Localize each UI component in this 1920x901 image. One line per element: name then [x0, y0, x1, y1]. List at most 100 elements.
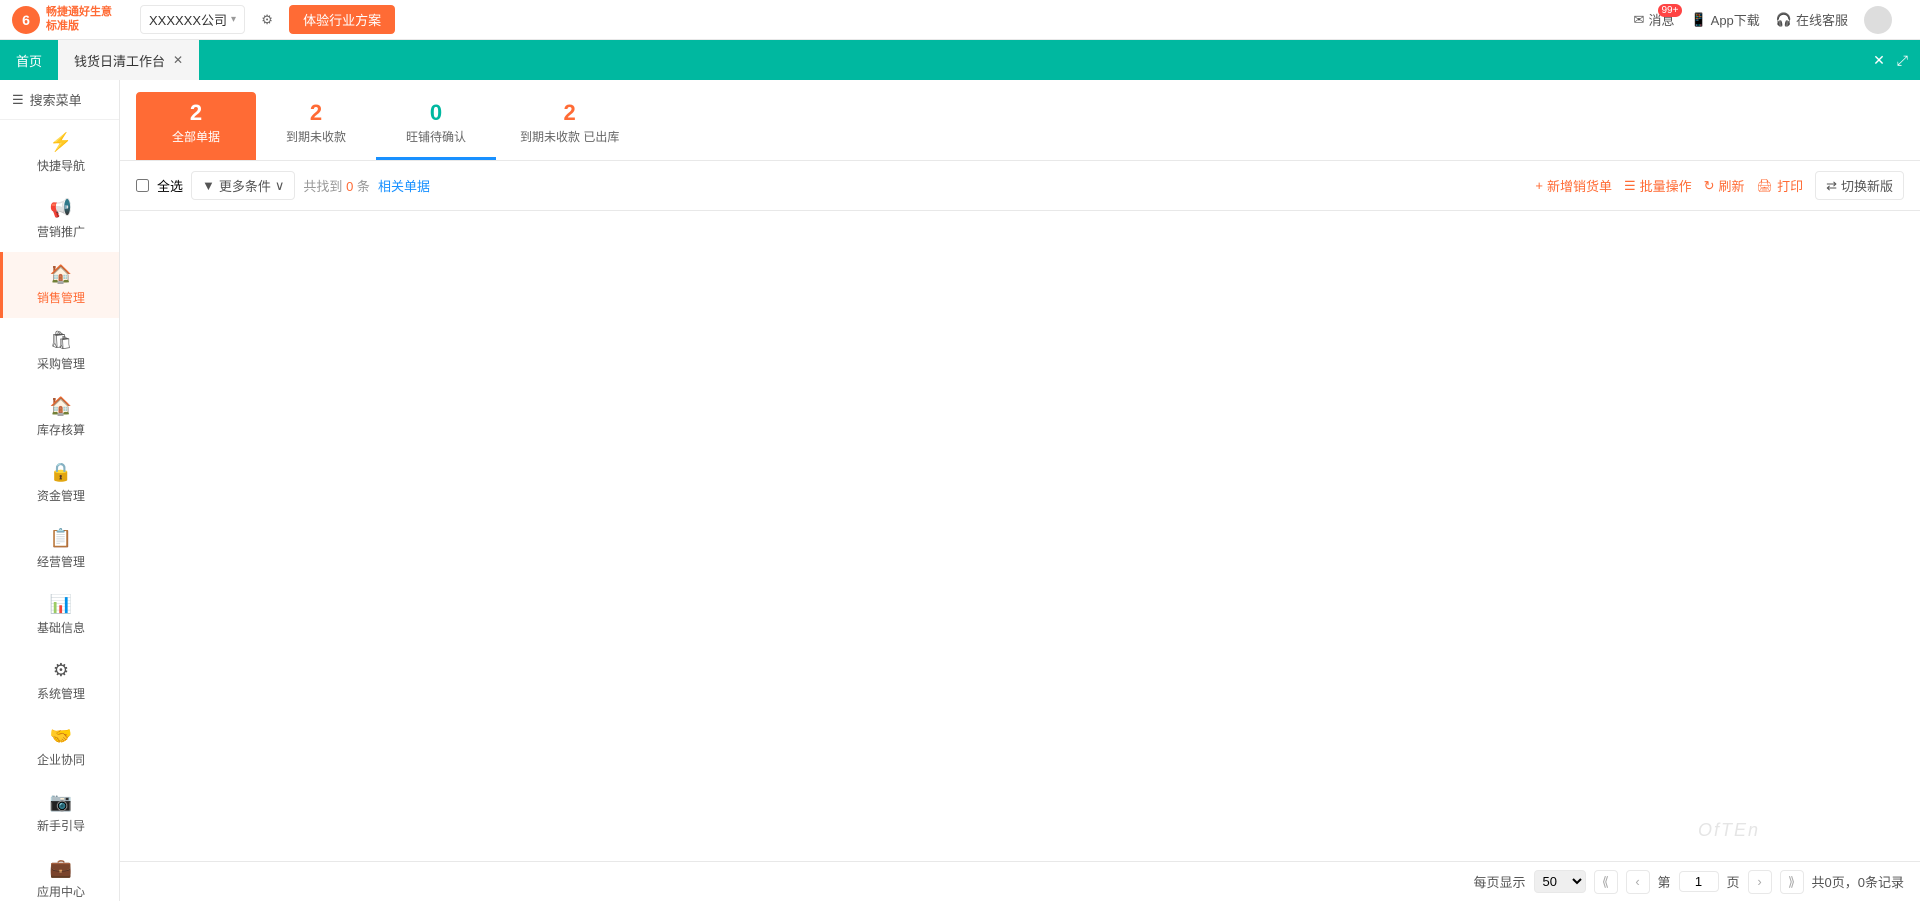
sidebar-item-basics[interactable]: 📊 基础信息	[0, 582, 119, 648]
phone-icon: 📱	[1690, 12, 1706, 28]
found-count: 0	[346, 179, 353, 194]
prev-page-button[interactable]: ‹	[1626, 870, 1650, 894]
tab-close-icon[interactable]: ✕	[173, 53, 183, 67]
sidebar-item-label: 企业协同	[37, 751, 85, 768]
filter-button[interactable]: ▼ 更多条件 ∨	[191, 171, 295, 200]
stat-tab-overdue[interactable]: 2 到期未收款	[256, 92, 376, 160]
search-menu[interactable]: ☰ 搜索菜单	[0, 80, 119, 120]
chevron-down-icon: ▾	[231, 14, 236, 25]
found-unit: 条	[357, 179, 370, 194]
newbie-icon: 📷	[50, 792, 72, 813]
first-page-button[interactable]: ⟪	[1594, 870, 1618, 894]
company-selector[interactable]: XXXXXX公司 ▾	[140, 5, 245, 34]
sidebar-item-label: 系统管理	[37, 685, 85, 702]
sidebar-item-label: 营销推广	[37, 223, 85, 240]
messages-badge: 99+	[1658, 4, 1683, 17]
message-icon: ✉	[1634, 12, 1645, 28]
sidebar-item-inventory[interactable]: 🏠 库存核算	[0, 384, 119, 450]
batch-operation-button[interactable]: ☰ 批量操作	[1624, 176, 1692, 195]
app-center-icon: 💼	[50, 858, 72, 879]
logo-area: 6 畅捷通好生意 标准版	[12, 6, 132, 34]
stat-tab-overdue-unshipped[interactable]: 2 到期未收款 已出库	[496, 92, 643, 160]
found-text: 共找到 0 条	[303, 176, 370, 195]
online-service-action[interactable]: 🎧 在线客服	[1776, 10, 1848, 29]
print-button[interactable]: 🖨 打印	[1757, 176, 1804, 195]
online-service-label: 在线客服	[1796, 10, 1848, 29]
related-link[interactable]: 相关单据	[378, 176, 430, 195]
marketing-icon: 📢	[50, 198, 72, 219]
stat-tab-all[interactable]: 2 全部单据	[136, 92, 256, 160]
filter-label: 更多条件	[219, 176, 271, 195]
page-input[interactable]	[1679, 871, 1719, 892]
next-page-button[interactable]: ›	[1748, 870, 1772, 894]
messages-action[interactable]: ✉ 消息 99+	[1634, 10, 1675, 29]
app-download-label: App下载	[1711, 10, 1760, 29]
total-records: 共0页，0条记录	[1812, 872, 1904, 891]
switch-version-button[interactable]: ⇄ 切换新版	[1815, 171, 1904, 200]
sidebar-item-label: 采购管理	[37, 355, 85, 372]
refresh-button[interactable]: ↻ 刷新	[1704, 176, 1745, 195]
toolbar-right: + 新增销货单 ☰ 批量操作 ↻ 刷新 🖨 打印 ⇄ 切换新版	[1535, 171, 1904, 200]
stat-all-count: 2	[190, 100, 202, 126]
app-download-action[interactable]: 📱 App下载	[1690, 10, 1759, 29]
sidebar-item-quick-nav[interactable]: ⚡ 快捷导航	[0, 120, 119, 186]
sidebar-item-label: 基础信息	[37, 619, 85, 636]
add-label: 新增销货单	[1547, 176, 1612, 195]
stat-all-label: 全部单据	[172, 128, 220, 145]
logo-icon: 6	[12, 6, 40, 34]
page-label: 第	[1658, 872, 1671, 891]
sidebar-item-sales[interactable]: 🏠 销售管理	[0, 252, 119, 318]
select-all-checkbox[interactable]	[136, 179, 149, 192]
stat-wangpu-count: 0	[430, 100, 442, 126]
tab-bar: 首页 钱货日清工作台 ✕ ✕ ⤢	[0, 40, 1920, 80]
sidebar-item-system[interactable]: ⚙ 系统管理	[0, 648, 119, 714]
sidebar-item-label: 快捷导航	[37, 157, 85, 174]
switch-icon: ⇄	[1826, 178, 1837, 194]
sidebar-item-label: 资金管理	[37, 487, 85, 504]
toolbar: 全选 ▼ 更多条件 ∨ 共找到 0 条 相关单据 + 新增销货单 ☰ 批量操作 …	[120, 161, 1920, 211]
settings-icon[interactable]: ⚙	[253, 6, 281, 34]
basics-icon: 📊	[50, 594, 72, 615]
sidebar-item-operations[interactable]: 📋 经营管理	[0, 516, 119, 582]
batch-icon: ☰	[1624, 178, 1636, 194]
quick-nav-icon: ⚡	[50, 132, 72, 153]
operations-icon: 📋	[50, 528, 72, 549]
tab-home[interactable]: 首页	[0, 40, 58, 80]
select-all-label: 全选	[157, 176, 183, 195]
sidebar-item-marketing[interactable]: 📢 营销推广	[0, 186, 119, 252]
sidebar-item-newbie[interactable]: 📷 新手引导	[0, 780, 119, 846]
stat-tab-wangpu[interactable]: 0 旺铺待确认	[376, 92, 496, 160]
add-sale-button[interactable]: + 新增销货单	[1535, 176, 1612, 195]
chevron-down-icon: ∨	[275, 178, 285, 194]
expand-icon[interactable]: ⤢	[1893, 48, 1912, 73]
sidebar-item-label: 销售管理	[37, 289, 85, 306]
sidebar-item-label: 应用中心	[37, 883, 85, 900]
per-page-select[interactable]: 50 20 100 200	[1534, 870, 1586, 893]
main-content: 2 全部单据 2 到期未收款 0 旺铺待确认 2 到期未收款 已出库 全选 ▼ …	[120, 80, 1920, 901]
logo-text: 畅捷通好生意 标准版	[46, 6, 112, 32]
per-page-label: 每页显示	[1473, 872, 1525, 891]
tab-cash-daily[interactable]: 钱货日清工作台 ✕	[58, 40, 199, 80]
sidebar-item-app-center[interactable]: 💼 应用中心	[0, 846, 119, 901]
sales-icon: 🏠	[50, 264, 72, 285]
last-page-button[interactable]: ⟫	[1780, 870, 1804, 894]
page-suffix: 页	[1727, 872, 1740, 891]
sidebar-item-purchase[interactable]: 🛍 采购管理	[0, 318, 119, 384]
sidebar-item-cooperation[interactable]: 🤝 企业协同	[0, 714, 119, 780]
cash-daily-tab-label: 钱货日清工作台	[74, 51, 165, 70]
home-tab-label: 首页	[16, 51, 42, 70]
search-icon: ☰	[12, 92, 24, 108]
close-all-icon[interactable]: ✕	[1869, 48, 1889, 73]
filter-icon: ▼	[202, 178, 215, 193]
switch-label: 切换新版	[1841, 176, 1893, 195]
refresh-label: 刷新	[1719, 176, 1745, 195]
stat-overdue-count: 2	[310, 100, 322, 126]
header-left: 6 畅捷通好生意 标准版 XXXXXX公司 ▾ ⚙ 体验行业方案	[12, 5, 395, 34]
purchase-icon: 🛍	[50, 330, 73, 351]
avatar[interactable]	[1864, 6, 1892, 34]
add-icon: +	[1535, 178, 1543, 193]
inventory-icon: 🏠	[50, 396, 72, 417]
sidebar-item-finance[interactable]: 🔒 资金管理	[0, 450, 119, 516]
trial-button[interactable]: 体验行业方案	[289, 5, 395, 34]
finance-icon: 🔒	[50, 462, 72, 483]
